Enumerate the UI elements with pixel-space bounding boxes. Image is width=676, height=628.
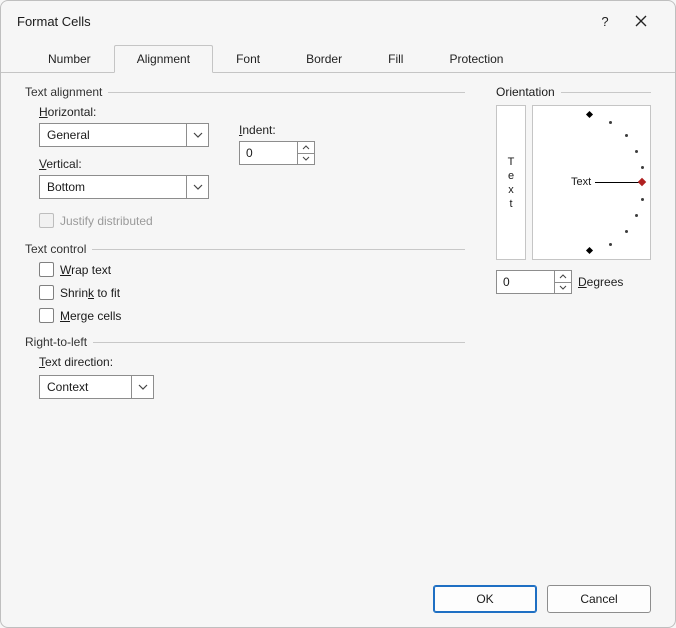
indent-spin-up[interactable]	[298, 142, 314, 154]
horizontal-label: Horizontal:	[39, 105, 209, 119]
chevron-up-icon	[559, 274, 567, 279]
close-icon	[635, 15, 647, 27]
group-text-control: Text control Wrap text Shrink to fit Mer…	[25, 242, 465, 325]
tab-fill[interactable]: Fill	[365, 45, 426, 72]
vertical-combo-value: Bottom	[40, 180, 186, 194]
group-right-to-left: Right-to-left Text direction: Context	[25, 335, 465, 399]
chevron-down-icon	[559, 285, 567, 290]
justify-distributed-checkbox	[39, 213, 54, 228]
wrap-text-row[interactable]: Wrap text	[39, 262, 465, 277]
text-direction-label: Text direction:	[39, 355, 465, 369]
chevron-up-icon	[302, 145, 310, 150]
titlebar: Format Cells ?	[1, 1, 675, 41]
indent-label: Indent:	[239, 123, 315, 137]
indent-spin-down[interactable]	[298, 154, 314, 165]
shrink-to-fit-checkbox[interactable]	[39, 285, 54, 300]
group-text-alignment-title: Text alignment	[25, 85, 108, 99]
justify-distributed-row: Justify distributed	[39, 213, 209, 228]
justify-distributed-label: Justify distributed	[60, 214, 153, 228]
merge-cells-checkbox[interactable]	[39, 308, 54, 323]
group-text-control-title: Text control	[25, 242, 92, 256]
text-direction-combo-button[interactable]	[131, 376, 153, 398]
tab-font[interactable]: Font	[213, 45, 283, 72]
group-orientation-title: Orientation	[496, 85, 561, 99]
orientation-spin-down[interactable]	[555, 283, 571, 294]
orientation-vertical-text-button[interactable]: T e x t	[496, 105, 526, 260]
chevron-down-icon	[193, 184, 203, 190]
group-text-alignment: Text alignment Horizontal: General Verti…	[25, 85, 465, 232]
text-direction-value: Context	[40, 380, 131, 394]
orientation-vertical-letter: e	[508, 170, 514, 182]
shrink-to-fit-label: Shrink to fit	[60, 286, 120, 300]
orientation-handle[interactable]	[638, 178, 646, 186]
orientation-dial-text: Text	[571, 176, 591, 188]
orientation-vertical-letter: x	[508, 184, 514, 196]
orientation-vertical-letter: t	[509, 198, 512, 210]
indent-spinner[interactable]: 0	[239, 141, 315, 165]
orientation-spin-up[interactable]	[555, 271, 571, 283]
degrees-label: Degrees	[578, 275, 623, 289]
wrap-text-label: Wrap text	[60, 263, 111, 277]
tab-strip: Number Alignment Font Border Fill Protec…	[1, 41, 675, 73]
tab-protection[interactable]: Protection	[426, 45, 526, 72]
orientation-dial[interactable]: Text	[532, 105, 651, 260]
text-direction-combo[interactable]: Context	[39, 375, 154, 399]
dialog-footer: OK Cancel	[433, 585, 651, 613]
vertical-combo-button[interactable]	[186, 176, 208, 198]
vertical-label: Vertical:	[39, 157, 209, 171]
orientation-degrees-value: 0	[497, 271, 554, 293]
indent-value: 0	[240, 142, 297, 164]
cancel-button[interactable]: Cancel	[547, 585, 651, 613]
horizontal-combo-value: General	[40, 128, 186, 142]
horizontal-combo-button[interactable]	[186, 124, 208, 146]
ok-button[interactable]: OK	[433, 585, 537, 613]
dialog-title: Format Cells	[17, 14, 587, 29]
orientation-degrees-spinner[interactable]: 0	[496, 270, 572, 294]
tab-number[interactable]: Number	[25, 45, 114, 72]
group-orientation: Orientation T e x t	[496, 85, 651, 294]
group-right-to-left-title: Right-to-left	[25, 335, 93, 349]
help-button[interactable]: ?	[587, 7, 623, 35]
close-button[interactable]	[623, 7, 659, 35]
chevron-down-icon	[138, 384, 148, 390]
vertical-combo[interactable]: Bottom	[39, 175, 209, 199]
shrink-to-fit-row[interactable]: Shrink to fit	[39, 285, 465, 300]
merge-cells-row[interactable]: Merge cells	[39, 308, 465, 323]
tab-alignment[interactable]: Alignment	[114, 45, 213, 73]
chevron-down-icon	[302, 156, 310, 161]
chevron-down-icon	[193, 132, 203, 138]
orientation-vertical-letter: T	[508, 156, 515, 168]
horizontal-combo[interactable]: General	[39, 123, 209, 147]
merge-cells-label: Merge cells	[60, 309, 121, 323]
wrap-text-checkbox[interactable]	[39, 262, 54, 277]
tab-border[interactable]: Border	[283, 45, 365, 72]
